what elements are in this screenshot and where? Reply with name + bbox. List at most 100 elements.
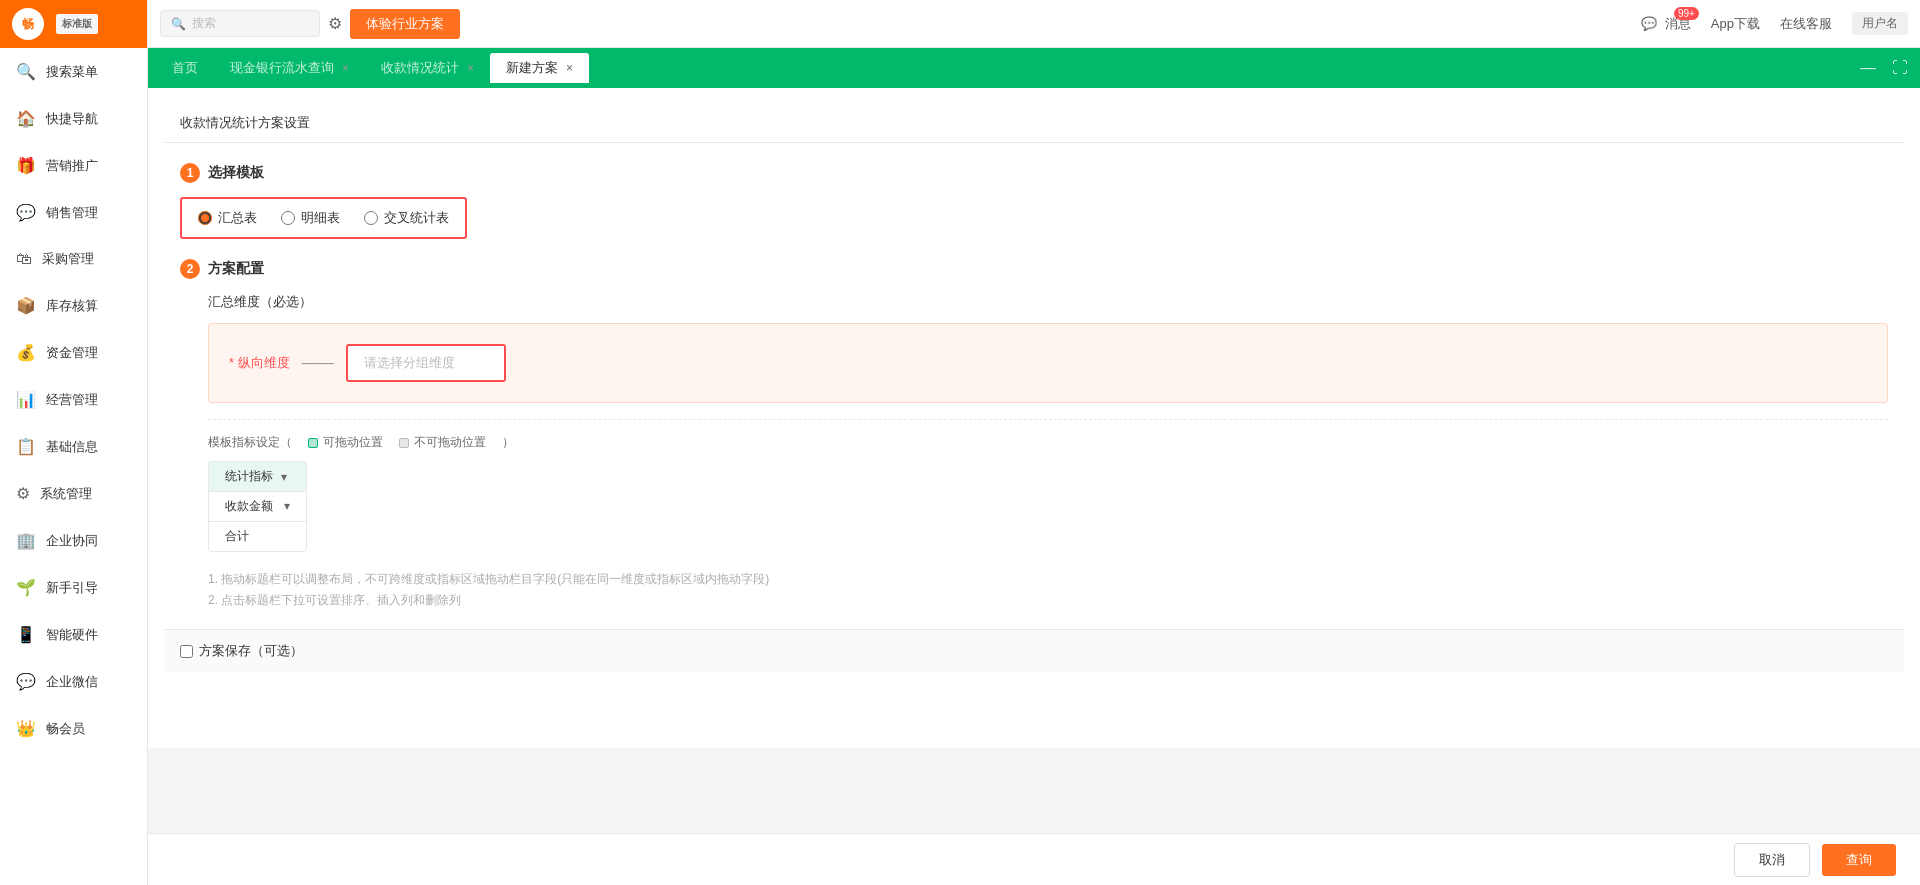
template-select-area: 汇总表 明细表 交叉统计表 — [180, 197, 467, 239]
dim-subtitle: 汇总维度（必选） — [208, 293, 1888, 311]
message-icon: 💬 — [1641, 16, 1657, 31]
sales-icon: 💬 — [16, 203, 36, 222]
query-button[interactable]: 查询 — [1822, 844, 1896, 876]
radio-crosstab-label[interactable]: 交叉统计表 — [384, 209, 449, 227]
sidebar-item-enterprise[interactable]: 🏢 企业协同 — [0, 517, 147, 564]
window-minimize-icon[interactable]: — — [1856, 55, 1880, 81]
trial-btn[interactable]: 体验行业方案 — [350, 9, 460, 39]
sidebar-item-purchase[interactable]: 🛍 采购管理 — [0, 236, 147, 282]
save-checkbox-label[interactable]: 方案保存（可选） — [180, 642, 303, 660]
gear-icon[interactable]: ⚙ — [328, 14, 342, 33]
dimension-area: * 纵向维度 —— 请选择分组维度 — [208, 323, 1888, 403]
sidebar-item-hardware[interactable]: 📱 智能硬件 — [0, 611, 147, 658]
user-info[interactable]: 用户名 — [1852, 12, 1908, 35]
enterprise-icon: 🏢 — [16, 531, 36, 550]
tab-collection-stat[interactable]: 收款情况统计 × — [365, 53, 490, 83]
radio-detail[interactable]: 明细表 — [281, 209, 340, 227]
window-maximize-icon[interactable]: ⛶ — [1888, 55, 1912, 81]
logo-icon: 畅 — [12, 8, 44, 40]
radio-crosstab-input[interactable] — [364, 211, 378, 225]
hardware-icon: 📱 — [16, 625, 36, 644]
search-icon: 🔍 — [16, 62, 36, 81]
tab-home[interactable]: 首页 — [156, 53, 214, 83]
purchase-icon: 🛍 — [16, 250, 32, 268]
close-tab-new-plan[interactable]: × — [566, 61, 573, 75]
draggable-dot — [308, 438, 318, 448]
sidebar-item-inventory[interactable]: 📦 库存核算 — [0, 282, 147, 329]
step2-section: 2 方案配置 汇总维度（必选） * 纵向维度 —— 请选择分组维度 — [180, 259, 1888, 609]
sidebar-item-finance[interactable]: 💰 资金管理 — [0, 329, 147, 376]
indicators-legend: 模板指标设定（ 可拖动位置 不可拖动位置 ） — [208, 434, 1888, 451]
vertical-dim-label: * 纵向维度 — [229, 354, 290, 372]
newbie-icon: 🌱 — [16, 578, 36, 597]
message-badge[interactable]: 💬 99+ 消息 — [1641, 15, 1691, 33]
header-search[interactable]: 🔍 搜索 — [160, 10, 320, 37]
content-area: 收款情况统计方案设置 1 选择模板 汇总表 明细表 — [148, 88, 1920, 748]
indicators-section: 模板指标设定（ 可拖动位置 不可拖动位置 ） — [208, 419, 1888, 609]
finance-icon: 💰 — [16, 343, 36, 362]
step2-header: 2 方案配置 — [180, 259, 1888, 279]
close-tab-collection-stat[interactable]: × — [467, 61, 474, 75]
header-right: 💬 99+ 消息 App下载 在线客服 用户名 — [1641, 12, 1908, 35]
sidebar-item-marketing[interactable]: 🎁 营销推广 — [0, 142, 147, 189]
fixed-dot — [399, 438, 409, 448]
wechat-icon: 💬 — [16, 672, 36, 691]
tab-bank-flow[interactable]: 现金银行流水查询 × — [214, 53, 365, 83]
step1-header: 1 选择模板 — [180, 163, 1888, 183]
sidebar: 畅 畅捷通好生意 标准版 🔍 搜索菜单 🏠 快捷导航 🎁 营销推广 💬 销售管理… — [0, 0, 148, 885]
page-title: 收款情况统计方案设置 — [164, 104, 1904, 143]
legend-draggable: 可拖动位置 — [308, 434, 383, 451]
member-icon: 👑 — [16, 719, 36, 738]
close-tab-bank-flow[interactable]: × — [342, 61, 349, 75]
radio-crosstab[interactable]: 交叉统计表 — [364, 209, 449, 227]
sidebar-item-quick-nav[interactable]: 🏠 快捷导航 — [0, 95, 147, 142]
indicator-table-header[interactable]: 统计指标 ▾ — [209, 462, 306, 492]
step2-num: 2 — [180, 259, 200, 279]
main-content: 收款情况统计方案设置 1 选择模板 汇总表 明细表 — [148, 88, 1920, 885]
sidebar-item-member[interactable]: 👑 畅会员 — [0, 705, 147, 752]
indicators-header-text: 模板指标设定（ — [208, 434, 292, 451]
app-download-link[interactable]: App下载 — [1711, 15, 1760, 33]
sidebar-item-system[interactable]: ⚙ 系统管理 — [0, 470, 147, 517]
save-checkbox[interactable] — [180, 645, 193, 658]
radio-detail-input[interactable] — [281, 211, 295, 225]
header: 🔍 搜索 ⚙ 体验行业方案 💬 99+ 消息 App下载 在线客服 用户名 — [148, 0, 1920, 48]
radio-summary-input[interactable] — [198, 211, 212, 225]
inventory-icon: 📦 — [16, 296, 36, 315]
indicator-table: 统计指标 ▾ 收款金额 ▾ 合计 — [208, 461, 307, 552]
step2-label: 方案配置 — [208, 260, 264, 278]
dropdown-arrow-icon[interactable]: ▾ — [281, 470, 287, 484]
radio-summary[interactable]: 汇总表 — [198, 209, 257, 227]
footer: 取消 查询 — [148, 833, 1920, 885]
sidebar-item-newbie[interactable]: 🌱 新手引导 — [0, 564, 147, 611]
tab-bar: 首页 现金银行流水查询 × 收款情况统计 × 新建方案 × — ⛶ — [148, 48, 1920, 88]
save-section: 方案保存（可选） — [164, 629, 1904, 672]
sidebar-item-wechat[interactable]: 💬 企业微信 — [0, 658, 147, 705]
online-service-link[interactable]: 在线客服 — [1780, 15, 1832, 33]
tab-new-plan[interactable]: 新建方案 × — [490, 53, 589, 83]
legend-fixed: 不可拖动位置 — [399, 434, 486, 451]
step1-label: 选择模板 — [208, 164, 264, 182]
row-dropdown-icon[interactable]: ▾ — [284, 499, 290, 513]
dim-select-box[interactable]: 请选择分组维度 — [346, 344, 506, 382]
gift-icon: 🎁 — [16, 156, 36, 175]
header-left: 🔍 搜索 ⚙ 体验行业方案 — [160, 9, 460, 39]
step1-num: 1 — [180, 163, 200, 183]
vertical-dim-row: * 纵向维度 —— 请选择分组维度 — [229, 344, 506, 382]
search-input-icon: 🔍 — [171, 17, 186, 31]
indicator-row-1: 合计 — [209, 522, 306, 551]
cancel-button[interactable]: 取消 — [1734, 843, 1810, 877]
dim-arrow: —— — [302, 354, 334, 372]
sidebar-item-sales[interactable]: 💬 销售管理 — [0, 189, 147, 236]
operation-icon: 📊 — [16, 390, 36, 409]
basic-icon: 📋 — [16, 437, 36, 456]
sidebar-item-search-menu[interactable]: 🔍 搜索菜单 — [0, 48, 147, 95]
radio-summary-label[interactable]: 汇总表 — [218, 209, 257, 227]
tab-controls: — ⛶ — [1856, 55, 1912, 81]
sidebar-item-basic[interactable]: 📋 基础信息 — [0, 423, 147, 470]
radio-detail-label[interactable]: 明细表 — [301, 209, 340, 227]
tips-area: 1. 拖动标题栏可以调整布局，不可跨维度或指标区域拖动栏目字段(只能在同一维度或… — [208, 571, 1888, 609]
step1-section: 1 选择模板 汇总表 明细表 交叉统计表 — [180, 163, 1888, 239]
system-icon: ⚙ — [16, 484, 30, 503]
sidebar-item-operation[interactable]: 📊 经营管理 — [0, 376, 147, 423]
